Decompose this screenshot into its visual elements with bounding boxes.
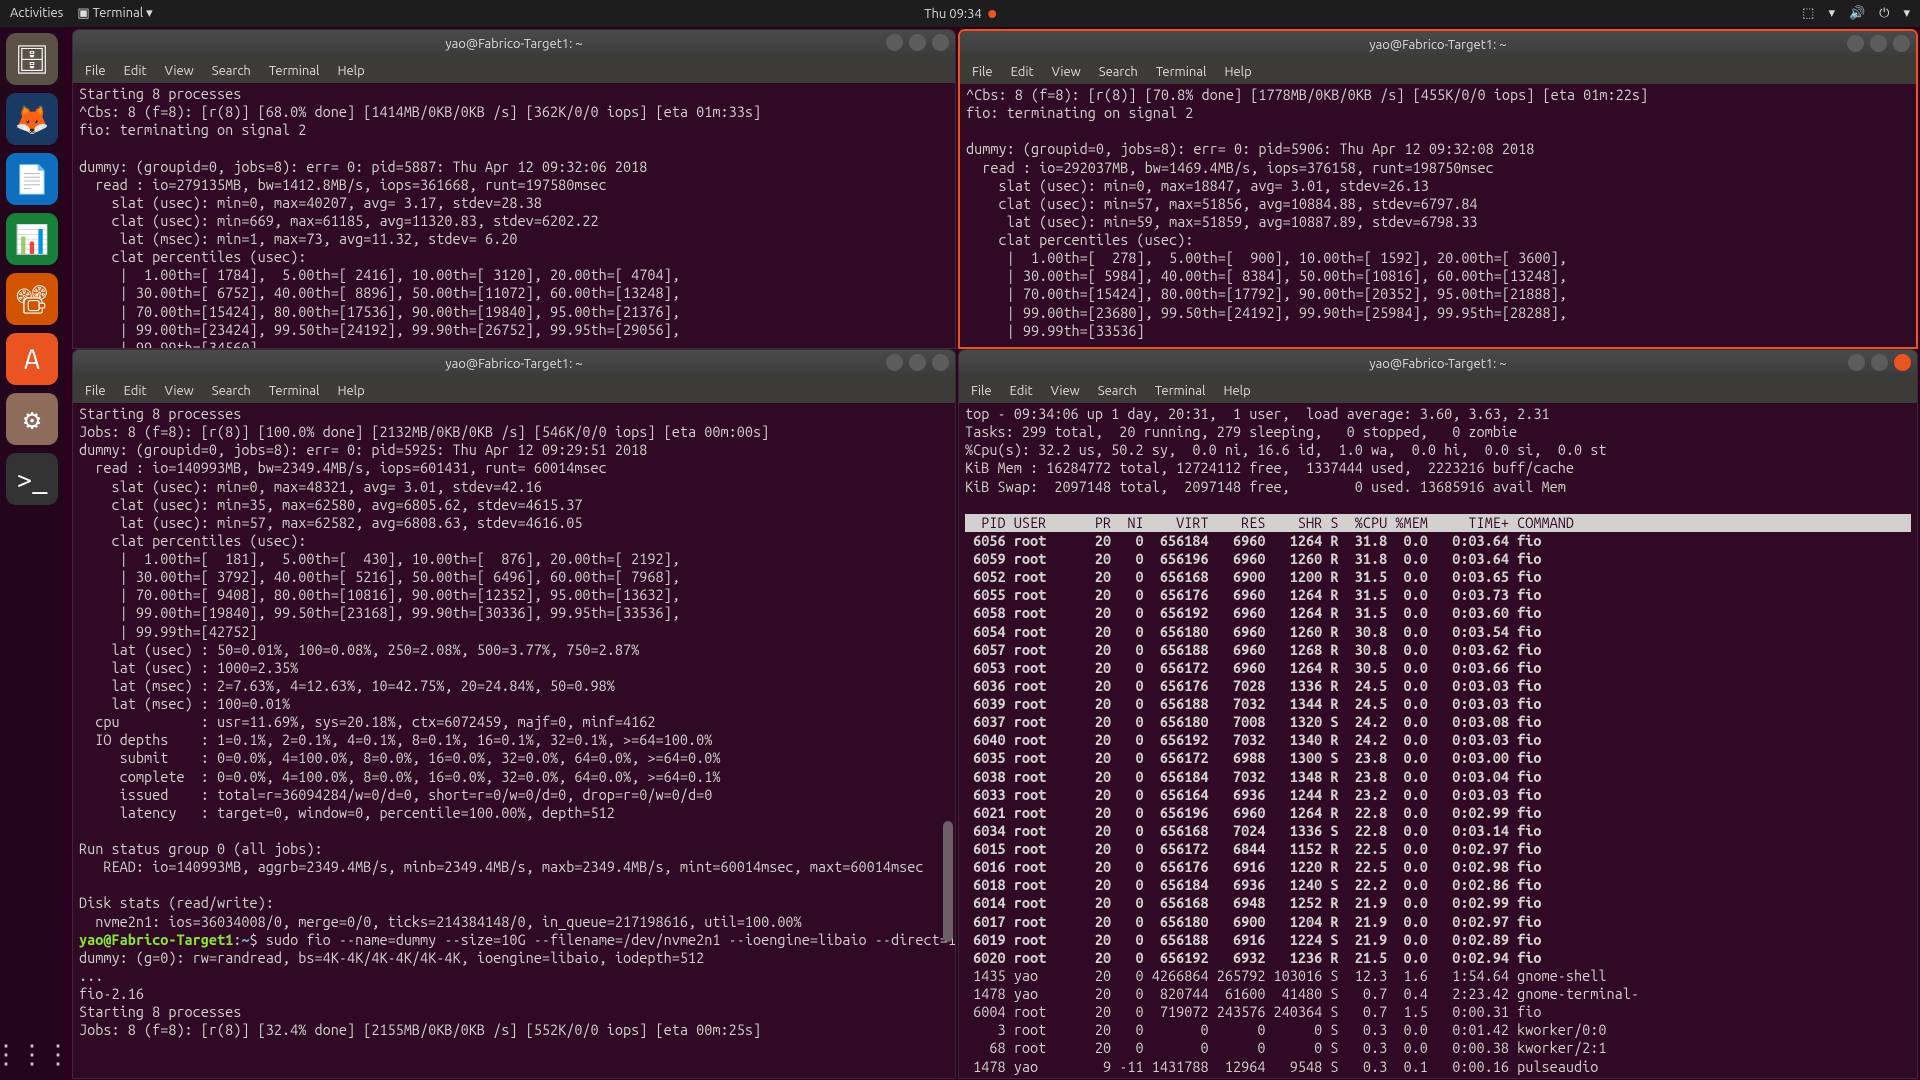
- window-title: yao@Fabrico-Target1: ~: [445, 357, 582, 371]
- software-app-icon[interactable]: A: [6, 333, 58, 385]
- menu-terminal[interactable]: Terminal: [1155, 384, 1206, 398]
- calc-app-icon[interactable]: 📊: [6, 213, 58, 265]
- menu-view[interactable]: View: [165, 384, 194, 398]
- menu-file[interactable]: File: [85, 384, 106, 398]
- menu-search[interactable]: Search: [1098, 384, 1137, 398]
- minimize-icon[interactable]: [886, 34, 903, 51]
- close-icon[interactable]: [932, 34, 949, 51]
- activities-button[interactable]: Activities: [10, 6, 63, 21]
- menubar: File Edit View Search Terminal Help: [73, 58, 955, 83]
- menu-edit[interactable]: Edit: [1011, 65, 1034, 79]
- terminal-body[interactable]: top - 09:34:06 up 1 day, 20:31, 1 user, …: [959, 403, 1917, 1078]
- titlebar[interactable]: yao@Fabrico-Target1: ~: [960, 31, 1916, 59]
- dock: 🗄 🦊 📄 📊 📽 A ⚙ >_ ⋮⋮⋮: [0, 27, 64, 1080]
- notification-dot-icon: [988, 10, 996, 18]
- menu-search[interactable]: Search: [1099, 65, 1138, 79]
- close-icon[interactable]: [1894, 354, 1911, 371]
- caret-down-icon[interactable]: ▾: [1903, 6, 1910, 21]
- minimize-icon[interactable]: [886, 354, 903, 371]
- show-apps-icon[interactable]: ⋮⋮⋮: [0, 1039, 71, 1070]
- terminal-window-bl: yao@Fabrico-Target1: ~ File Edit View Searc…: [72, 349, 956, 1079]
- files-app-icon[interactable]: 🗄: [6, 33, 58, 85]
- menu-edit[interactable]: Edit: [124, 384, 147, 398]
- menu-file[interactable]: File: [972, 65, 993, 79]
- clock[interactable]: Thu 09:34: [924, 7, 982, 21]
- maximize-icon[interactable]: [909, 34, 926, 51]
- menu-terminal[interactable]: Terminal: [269, 64, 320, 78]
- titlebar[interactable]: yao@Fabrico-Target1: ~: [959, 350, 1917, 378]
- window-title: yao@Fabrico-Target1: ~: [1369, 357, 1506, 371]
- firefox-app-icon[interactable]: 🦊: [6, 93, 58, 145]
- menu-search[interactable]: Search: [212, 64, 251, 78]
- terminal-body[interactable]: ^Cbs: 8 (f=8): [r(8)] [70.8% done] [1778…: [960, 84, 1916, 347]
- terminal-app-icon[interactable]: >_: [6, 453, 58, 505]
- settings-app-icon[interactable]: ⚙: [6, 393, 58, 445]
- menu-file[interactable]: File: [85, 64, 106, 78]
- maximize-icon[interactable]: [1870, 35, 1887, 52]
- menu-help[interactable]: Help: [337, 384, 364, 398]
- volume-icon[interactable]: 🔊: [1849, 6, 1865, 21]
- maximize-icon[interactable]: [909, 354, 926, 371]
- terminal-body[interactable]: Starting 8 processes Jobs: 8 (f=8): [r(8…: [73, 403, 955, 1078]
- writer-app-icon[interactable]: 📄: [6, 153, 58, 205]
- close-icon[interactable]: [932, 354, 949, 371]
- gnome-topbar: Activities ▣ Terminal ▾ Thu 09:34 ⬚ ▾ 🔊 …: [0, 0, 1920, 27]
- menu-view[interactable]: View: [165, 64, 194, 78]
- menu-search[interactable]: Search: [212, 384, 251, 398]
- app-menu[interactable]: ▣ Terminal ▾: [77, 6, 152, 21]
- menubar: File Edit View Search Terminal Help: [73, 378, 955, 403]
- menu-help[interactable]: Help: [1223, 384, 1250, 398]
- close-icon[interactable]: [1893, 35, 1910, 52]
- scrollbar[interactable]: [943, 404, 953, 1076]
- terminal-window-tl: yao@Fabrico-Target1: ~ File Edit View Searc…: [72, 29, 956, 349]
- menu-view[interactable]: View: [1052, 65, 1081, 79]
- network-icon[interactable]: ⬚: [1802, 6, 1814, 21]
- menu-view[interactable]: View: [1051, 384, 1080, 398]
- menu-terminal[interactable]: Terminal: [269, 384, 320, 398]
- titlebar[interactable]: yao@Fabrico-Target1: ~: [73, 30, 955, 58]
- window-title: yao@Fabrico-Target1: ~: [445, 37, 582, 51]
- power-icon[interactable]: ⏻: [1879, 6, 1889, 21]
- menu-edit[interactable]: Edit: [124, 64, 147, 78]
- menu-help[interactable]: Help: [1224, 65, 1251, 79]
- network2-icon[interactable]: ▾: [1828, 6, 1835, 21]
- menubar: File Edit View Search Terminal Help: [959, 378, 1917, 403]
- terminal-body[interactable]: Starting 8 processes ^Cbs: 8 (f=8): [r(8…: [73, 83, 955, 348]
- maximize-icon[interactable]: [1871, 354, 1888, 371]
- terminal-window-tr: yao@Fabrico-Target1: ~ File Edit View Searc…: [958, 29, 1918, 349]
- menu-terminal[interactable]: Terminal: [1156, 65, 1207, 79]
- titlebar[interactable]: yao@Fabrico-Target1: ~: [73, 350, 955, 378]
- window-title: yao@Fabrico-Target1: ~: [1369, 38, 1506, 52]
- minimize-icon[interactable]: [1847, 35, 1864, 52]
- menu-help[interactable]: Help: [337, 64, 364, 78]
- terminal-window-br: yao@Fabrico-Target1: ~ File Edit View Searc…: [958, 349, 1918, 1079]
- menu-file[interactable]: File: [971, 384, 992, 398]
- impress-app-icon[interactable]: 📽: [6, 273, 58, 325]
- menubar: File Edit View Search Terminal Help: [960, 59, 1916, 84]
- menu-edit[interactable]: Edit: [1010, 384, 1033, 398]
- minimize-icon[interactable]: [1848, 354, 1865, 371]
